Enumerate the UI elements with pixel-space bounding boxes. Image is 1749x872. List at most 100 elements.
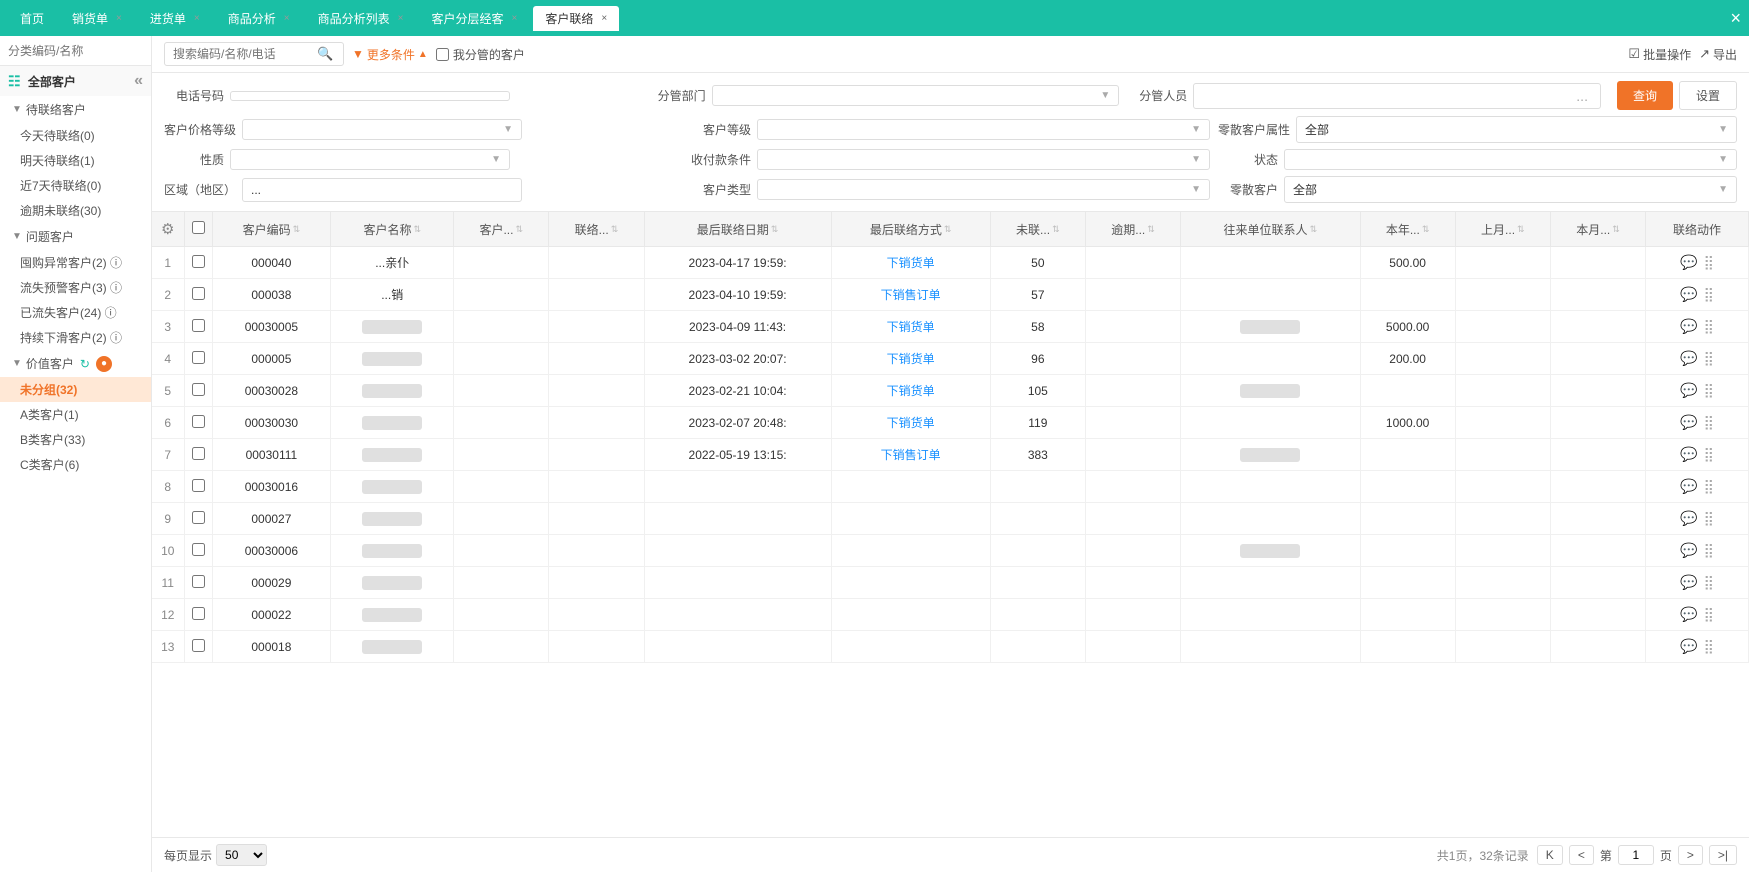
close-purchase-icon[interactable]: × bbox=[194, 13, 200, 24]
sidebar-item-declining[interactable]: 持续下滑客户(2) ⓘ bbox=[0, 325, 151, 350]
row-checkbox[interactable] bbox=[192, 255, 205, 268]
sidebar-item-today[interactable]: 今天待联络(0) bbox=[0, 123, 151, 148]
contact-action-icon[interactable]: 💬 bbox=[1680, 574, 1697, 591]
row-checkbox[interactable] bbox=[192, 415, 205, 428]
row-checkbox[interactable] bbox=[192, 287, 205, 300]
sidebar-search-input[interactable] bbox=[8, 44, 152, 58]
sidebar-item-7days[interactable]: 近7天待联络(0) bbox=[0, 173, 151, 198]
row-checkbox[interactable] bbox=[192, 383, 205, 396]
more-action-icon[interactable]: ⣿ bbox=[1704, 638, 1714, 655]
contact-action-icon[interactable]: 💬 bbox=[1680, 286, 1697, 303]
contact-action-icon[interactable]: 💬 bbox=[1680, 606, 1697, 623]
col-not-contacted-sort-icon[interactable]: ⇅ bbox=[1052, 224, 1060, 235]
more-action-icon[interactable]: ⣿ bbox=[1704, 606, 1714, 623]
col-this-month-sort-icon[interactable]: ⇅ bbox=[1612, 224, 1620, 235]
sidebar-item-lost[interactable]: 已流失客户(24) ⓘ bbox=[0, 300, 151, 325]
row-checkbox[interactable] bbox=[192, 319, 205, 332]
more-action-icon[interactable]: ⣿ bbox=[1704, 382, 1714, 399]
col-overdue-sort-icon[interactable]: ⇅ bbox=[1147, 224, 1155, 235]
col-last-date-sort-icon[interactable]: ⇅ bbox=[771, 224, 779, 235]
my-customers-checkbox[interactable] bbox=[436, 48, 449, 61]
dept-input[interactable]: ▼ bbox=[712, 85, 1120, 106]
close-crm-icon[interactable]: × bbox=[511, 13, 517, 24]
nav-tab-sales[interactable]: 销货单 × bbox=[60, 6, 134, 31]
sidebar-item-group-c[interactable]: C类客户(6) bbox=[0, 452, 151, 477]
query-btn[interactable]: 查询 bbox=[1617, 81, 1673, 110]
more-conditions-btn[interactable]: ▼ 更多条件 ▲ bbox=[352, 46, 428, 63]
nature-input[interactable]: ▼ bbox=[230, 149, 510, 170]
status-input[interactable]: ▼ bbox=[1284, 149, 1737, 170]
more-action-icon[interactable]: ⣿ bbox=[1704, 574, 1714, 591]
sidebar-group-pending[interactable]: ▼ 待联络客户 bbox=[0, 96, 151, 123]
next-page-btn[interactable]: > bbox=[1678, 845, 1703, 865]
batch-op-btn[interactable]: ☑ 批量操作 bbox=[1628, 46, 1691, 63]
more-action-icon[interactable]: ⣿ bbox=[1704, 510, 1714, 527]
sidebar-item-group-a[interactable]: A类客户(1) bbox=[0, 402, 151, 427]
row-checkbox[interactable] bbox=[192, 511, 205, 524]
last-way-link[interactable]: 下销货单 bbox=[887, 352, 935, 366]
main-search-icon[interactable]: 🔍 bbox=[317, 46, 333, 62]
sidebar-group-value[interactable]: ▼ 价值客户 ↻ ● bbox=[0, 350, 151, 377]
more-action-icon[interactable]: ⣿ bbox=[1704, 414, 1714, 431]
more-action-icon[interactable]: ⣿ bbox=[1704, 446, 1714, 463]
last-way-link[interactable]: 下销货单 bbox=[887, 384, 935, 398]
sidebar-item-group-b[interactable]: B类客户(33) bbox=[0, 427, 151, 452]
sidebar-group-problem[interactable]: ▼ 问题客户 bbox=[0, 223, 151, 250]
cust-type-input[interactable]: ▼ bbox=[757, 179, 1210, 200]
more-action-icon[interactable]: ⣿ bbox=[1704, 350, 1714, 367]
contact-action-icon[interactable]: 💬 bbox=[1680, 350, 1697, 367]
sidebar-item-abnormal[interactable]: 囤购异常客户(2) ⓘ bbox=[0, 250, 151, 275]
contact-action-icon[interactable]: 💬 bbox=[1680, 510, 1697, 527]
last-way-link[interactable]: 下销货单 bbox=[887, 256, 935, 270]
col-year-amount-sort-icon[interactable]: ⇅ bbox=[1422, 224, 1430, 235]
prev-page-btn[interactable]: < bbox=[1569, 845, 1594, 865]
sidebar-item-warning[interactable]: 流失预警客户(3) ⓘ bbox=[0, 275, 151, 300]
close-all-icon[interactable]: × bbox=[1730, 8, 1741, 29]
close-sales-icon[interactable]: × bbox=[116, 13, 122, 24]
contact-action-icon[interactable]: 💬 bbox=[1680, 542, 1697, 559]
person-dots-icon[interactable]: ... bbox=[1572, 88, 1592, 104]
sidebar-item-tomorrow[interactable]: 明天待联络(1) bbox=[0, 148, 151, 173]
contact-action-icon[interactable]: 💬 bbox=[1680, 478, 1697, 495]
row-checkbox[interactable] bbox=[192, 543, 205, 556]
contact-action-icon[interactable]: 💬 bbox=[1680, 382, 1697, 399]
col-cust-type-sort-icon[interactable]: ⇅ bbox=[515, 224, 523, 235]
per-page-select[interactable]: 50 100 bbox=[216, 844, 267, 866]
more-action-icon[interactable]: ⣿ bbox=[1704, 478, 1714, 495]
last-way-link[interactable]: 下销货单 bbox=[887, 416, 935, 430]
close-analysis-icon[interactable]: × bbox=[284, 13, 290, 24]
main-search-input[interactable] bbox=[173, 47, 313, 61]
contact-action-icon[interactable]: 💬 bbox=[1680, 414, 1697, 431]
more-action-icon[interactable]: ⣿ bbox=[1704, 318, 1714, 335]
col-code-sort-icon[interactable]: ⇅ bbox=[293, 224, 301, 235]
close-contact-icon[interactable]: × bbox=[601, 13, 607, 24]
last-page-btn[interactable]: >| bbox=[1709, 845, 1737, 865]
last-way-link[interactable]: 下销售订单 bbox=[881, 448, 941, 462]
nav-tab-crm[interactable]: 客户分层经客 × bbox=[419, 6, 529, 31]
nav-tab-contact[interactable]: 客户联络 × bbox=[533, 6, 619, 31]
nav-tab-analysis[interactable]: 商品分析 × bbox=[216, 6, 302, 31]
last-way-link[interactable]: 下销货单 bbox=[887, 320, 935, 334]
more-action-icon[interactable]: ⣿ bbox=[1704, 254, 1714, 271]
sidebar-collapse-icon[interactable]: « bbox=[134, 72, 143, 90]
col-name-sort-icon[interactable]: ⇅ bbox=[413, 224, 421, 235]
contact-action-icon[interactable]: 💬 bbox=[1680, 318, 1697, 335]
region-input[interactable]: ... bbox=[242, 178, 522, 202]
cust-level-input[interactable]: ▼ bbox=[757, 119, 1210, 140]
col-contact-sort-icon[interactable]: ⇅ bbox=[611, 224, 619, 235]
row-checkbox[interactable] bbox=[192, 351, 205, 364]
row-checkbox[interactable] bbox=[192, 479, 205, 492]
sidebar-item-overdue[interactable]: 逾期未联络(30) bbox=[0, 198, 151, 223]
scatter-attr-input[interactable]: 全部▼ bbox=[1296, 116, 1737, 143]
row-checkbox[interactable] bbox=[192, 575, 205, 588]
col-last-month-sort-icon[interactable]: ⇅ bbox=[1517, 224, 1525, 235]
contact-action-icon[interactable]: 💬 bbox=[1680, 638, 1697, 655]
col-last-way-sort-icon[interactable]: ⇅ bbox=[944, 224, 952, 235]
phone-input[interactable] bbox=[230, 91, 510, 101]
last-way-link[interactable]: 下销售订单 bbox=[881, 288, 941, 302]
more-action-icon[interactable]: ⣿ bbox=[1704, 542, 1714, 559]
settings-icon[interactable]: ⚙ bbox=[161, 221, 174, 238]
row-checkbox[interactable] bbox=[192, 639, 205, 652]
col-contact-person-sort-icon[interactable]: ⇅ bbox=[1310, 224, 1318, 235]
page-input[interactable] bbox=[1618, 845, 1654, 865]
